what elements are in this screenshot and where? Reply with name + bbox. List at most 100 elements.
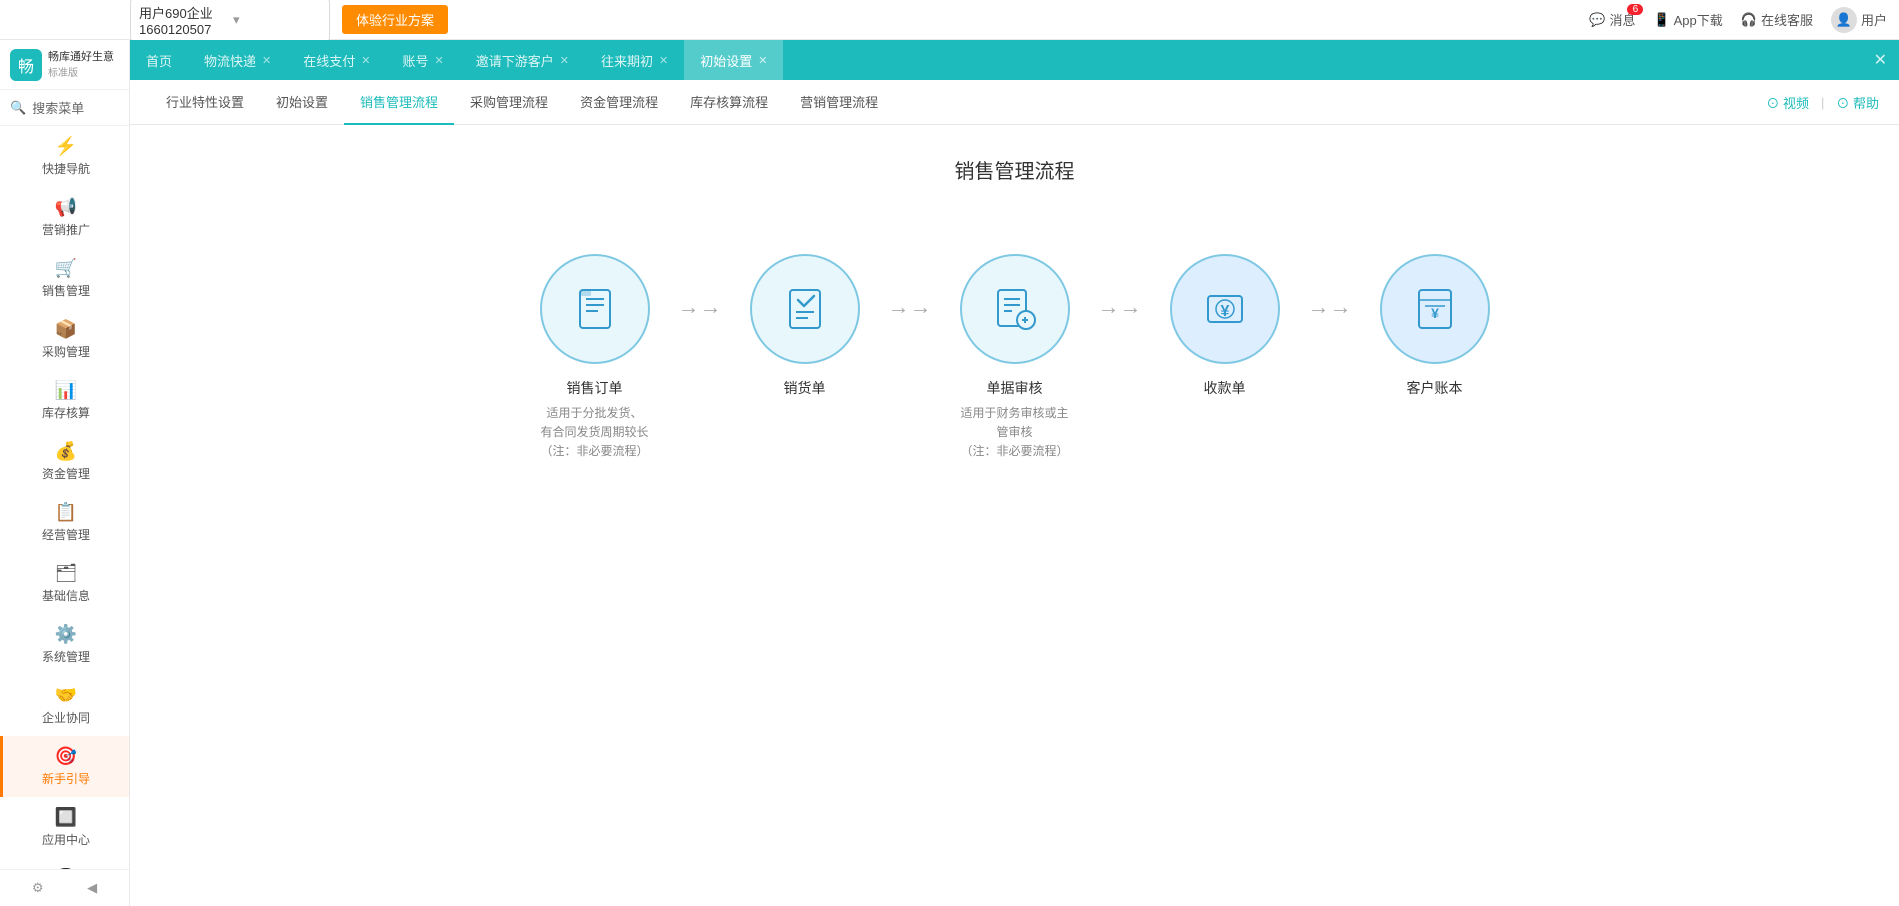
- nav-tab-initial-setup[interactable]: 初始设置✕: [684, 40, 783, 80]
- sidebar-icon-quick-nav: ⚡: [55, 136, 77, 157]
- ledger-icon: ¥: [1410, 284, 1460, 334]
- sub-tab-purchase-flow[interactable]: 采购管理流程: [454, 80, 564, 125]
- nav-tab-label-home: 首页: [146, 51, 172, 70]
- nav-tab-close-invite-downstream[interactable]: ✕: [560, 54, 569, 67]
- nav-close-all[interactable]: ✕: [1862, 40, 1899, 80]
- flow-step-doc-review: 单据审核 适用于财务审核或主管审核（注：非必要流程）: [935, 254, 1095, 462]
- user-avatar: 👤: [1831, 7, 1857, 33]
- sidebar-item-purchase-mgmt[interactable]: 📦 采购管理: [0, 309, 129, 370]
- flow-label-payment: 收款单: [1204, 378, 1246, 398]
- message-badge: 6: [1627, 4, 1643, 15]
- message-icon: 💬: [1589, 12, 1605, 28]
- sidebar-label-new-guide: 新手引导: [42, 770, 90, 787]
- video-link[interactable]: ⊙ 视频: [1766, 93, 1809, 112]
- sidebar-icon-enterprise-collab: 🤝: [55, 685, 77, 706]
- app-download-label: App下载: [1674, 10, 1723, 29]
- nav-tab-label-account: 账号: [402, 51, 428, 70]
- content-area: 销售管理流程 销售订单 适用于分批发货、有合同发货周期较长（: [130, 125, 1899, 906]
- nav-tab-close-logistics[interactable]: ✕: [262, 54, 271, 67]
- user-selector-arrow: ▾: [233, 12, 321, 28]
- top-bar: 用户690企业1660120507 ▾ 体验行业方案 💬 消息 6 📱 App下…: [0, 0, 1899, 40]
- sub-tabs: 行业特性设置初始设置销售管理流程采购管理流程资金管理流程库存核算流程营销管理流程…: [130, 80, 1899, 125]
- flow-step-ledger: ¥ 客户账本: [1355, 254, 1515, 404]
- sub-tab-sales-flow[interactable]: 销售管理流程: [344, 80, 454, 125]
- sidebar-item-quick-nav[interactable]: ⚡ 快捷导航: [0, 126, 129, 187]
- nav-tab-close-initial-setup[interactable]: ✕: [758, 54, 767, 67]
- online-service-item[interactable]: 🎧 在线客服: [1741, 10, 1813, 29]
- app-download-icon: 📱: [1653, 12, 1669, 28]
- sidebar-item-app-center[interactable]: 🔲 应用中心: [0, 797, 129, 858]
- sidebar-item-ops-mgmt[interactable]: 📋 经营管理: [0, 492, 129, 553]
- flow-desc-sales-order: 适用于分批发货、有合同发货周期较长（注：非必要流程）: [540, 404, 648, 462]
- nav-tab-logistics[interactable]: 物流快递 ✕: [188, 40, 287, 80]
- message-icon-item[interactable]: 💬 消息 6: [1589, 10, 1635, 29]
- sub-tab-capital-flow[interactable]: 资金管理流程: [564, 80, 674, 125]
- trial-button[interactable]: 体验行业方案: [342, 5, 448, 34]
- app-download-item[interactable]: 📱 App下载: [1653, 10, 1722, 29]
- sidebar-item-finance-mgmt[interactable]: 💰 资金管理: [0, 431, 129, 492]
- main-content: 首页物流快递✕在线支付✕账号✕邀请下游客户✕往来期初✕初始设置✕✕ 行业特性设置…: [130, 40, 1899, 906]
- sales-invoice-icon: [780, 284, 830, 334]
- nav-tab-close-payment[interactable]: ✕: [361, 54, 370, 67]
- flow-step-sales-invoice: 销货单: [725, 254, 885, 404]
- sidebar-icon-new-guide: 🎯: [55, 746, 77, 767]
- flow-diagram: 销售订单 适用于分批发货、有合同发货周期较长（注：非必要流程） →→: [170, 234, 1859, 482]
- nav-tab-payment[interactable]: 在线支付✕: [287, 40, 386, 80]
- sidebar-item-basic-info[interactable]: 🗂 基础信息: [0, 553, 129, 614]
- nav-tab-close-account[interactable]: ✕: [435, 54, 444, 67]
- top-bar-right: 💬 消息 6 📱 App下载 🎧 在线客服 👤 用户: [1589, 7, 1887, 33]
- nav-tab-account[interactable]: 账号 ✕: [386, 40, 459, 80]
- sidebar-item-enterprise-wechat[interactable]: 💬 企业微信: [0, 858, 129, 869]
- sidebar-footer: ⚙ ◀: [0, 869, 129, 906]
- logo-main-text: 畅库通好生意: [48, 50, 114, 64]
- nav-tab-label-logistics: 物流快递: [204, 51, 256, 70]
- user-selector[interactable]: 用户690企业1660120507 ▾: [130, 0, 330, 41]
- sidebar-nav: ⚡ 快捷导航 📢 营销推广 🛒 销售管理 📦 采购管理 📊 库存核算 💰 资金管…: [0, 126, 129, 869]
- help-link[interactable]: ⊙ 帮助: [1836, 93, 1879, 112]
- sub-tab-inventory-flow[interactable]: 库存核算流程: [674, 80, 784, 125]
- sales-order-icon: [570, 284, 620, 334]
- nav-tab-past-period[interactable]: 往来期初 ✕: [585, 40, 684, 80]
- main-layout: 畅 畅库通好生意 标准版 🔍 搜索菜单 ⚡ 快捷导航 📢 营销推广 🛒 销售管理…: [0, 40, 1899, 906]
- sidebar-icon-inventory: 📊: [55, 380, 77, 401]
- flow-label-sales-invoice: 销货单: [784, 378, 826, 398]
- sidebar-item-new-guide[interactable]: 🎯 新手引导: [0, 736, 129, 797]
- nav-tab-close-past-period[interactable]: ✕: [659, 54, 668, 67]
- sidebar-label-ops-mgmt: 经营管理: [42, 526, 90, 543]
- sub-tab-initial-setup[interactable]: 初始设置: [260, 80, 344, 125]
- flow-step-payment: ¥ 收款单: [1145, 254, 1305, 404]
- nav-tab-invite-downstream[interactable]: 邀请下游客户 ✕: [460, 40, 585, 80]
- nav-tab-home[interactable]: 首页: [130, 40, 188, 80]
- svg-text:¥: ¥: [1431, 305, 1439, 321]
- sidebar-icon-ops-mgmt: 📋: [55, 502, 77, 523]
- flow-step-sales-order: 销售订单 适用于分批发货、有合同发货周期较长（注：非必要流程）: [515, 254, 675, 462]
- sidebar-item-sys-mgmt[interactable]: ⚙️ 系统管理: [0, 614, 129, 675]
- sidebar-icon-app-center: 🔲: [55, 807, 77, 828]
- sidebar-label-sales-mgmt: 销售管理: [42, 282, 90, 299]
- logo-icon: 畅: [10, 49, 42, 81]
- sidebar-search[interactable]: 🔍 搜索菜单: [0, 90, 129, 126]
- collapse-icon[interactable]: ◀: [87, 880, 97, 896]
- sidebar-item-sales-mgmt[interactable]: 🛒 销售管理: [0, 248, 129, 309]
- sidebar-label-marketing-promo: 营销推广: [42, 221, 90, 238]
- nav-tab-label-past-period: 往来期初: [601, 51, 653, 70]
- flow-desc-doc-review: 适用于财务审核或主管审核（注：非必要流程）: [960, 404, 1068, 462]
- sidebar-item-inventory[interactable]: 📊 库存核算: [0, 370, 129, 431]
- flow-circle-sales-order: [540, 254, 650, 364]
- flow-arrow-1: →→: [675, 254, 725, 320]
- sidebar-icon-basic-info: 🗂: [55, 563, 78, 584]
- user-name-label: 用户: [1861, 10, 1887, 29]
- flow-circle-sales-invoice: [750, 254, 860, 364]
- sub-tab-marketing-flow[interactable]: 营销管理流程: [784, 80, 894, 125]
- page-title: 销售管理流程: [170, 155, 1859, 184]
- user-account-item[interactable]: 👤 用户: [1831, 7, 1887, 33]
- sidebar-label-finance-mgmt: 资金管理: [42, 465, 90, 482]
- sidebar-item-enterprise-collab[interactable]: 🤝 企业协同: [0, 675, 129, 736]
- settings-icon[interactable]: ⚙: [32, 880, 44, 896]
- sub-tab-industry-settings[interactable]: 行业特性设置: [150, 80, 260, 125]
- nav-tab-label-invite-downstream: 邀请下游客户: [476, 51, 554, 70]
- online-service-label: 在线客服: [1761, 10, 1813, 29]
- sidebar-item-marketing-promo[interactable]: 📢 营销推广: [0, 187, 129, 248]
- search-label: 搜索菜单: [32, 98, 84, 117]
- sidebar-label-quick-nav: 快捷导航: [42, 160, 90, 177]
